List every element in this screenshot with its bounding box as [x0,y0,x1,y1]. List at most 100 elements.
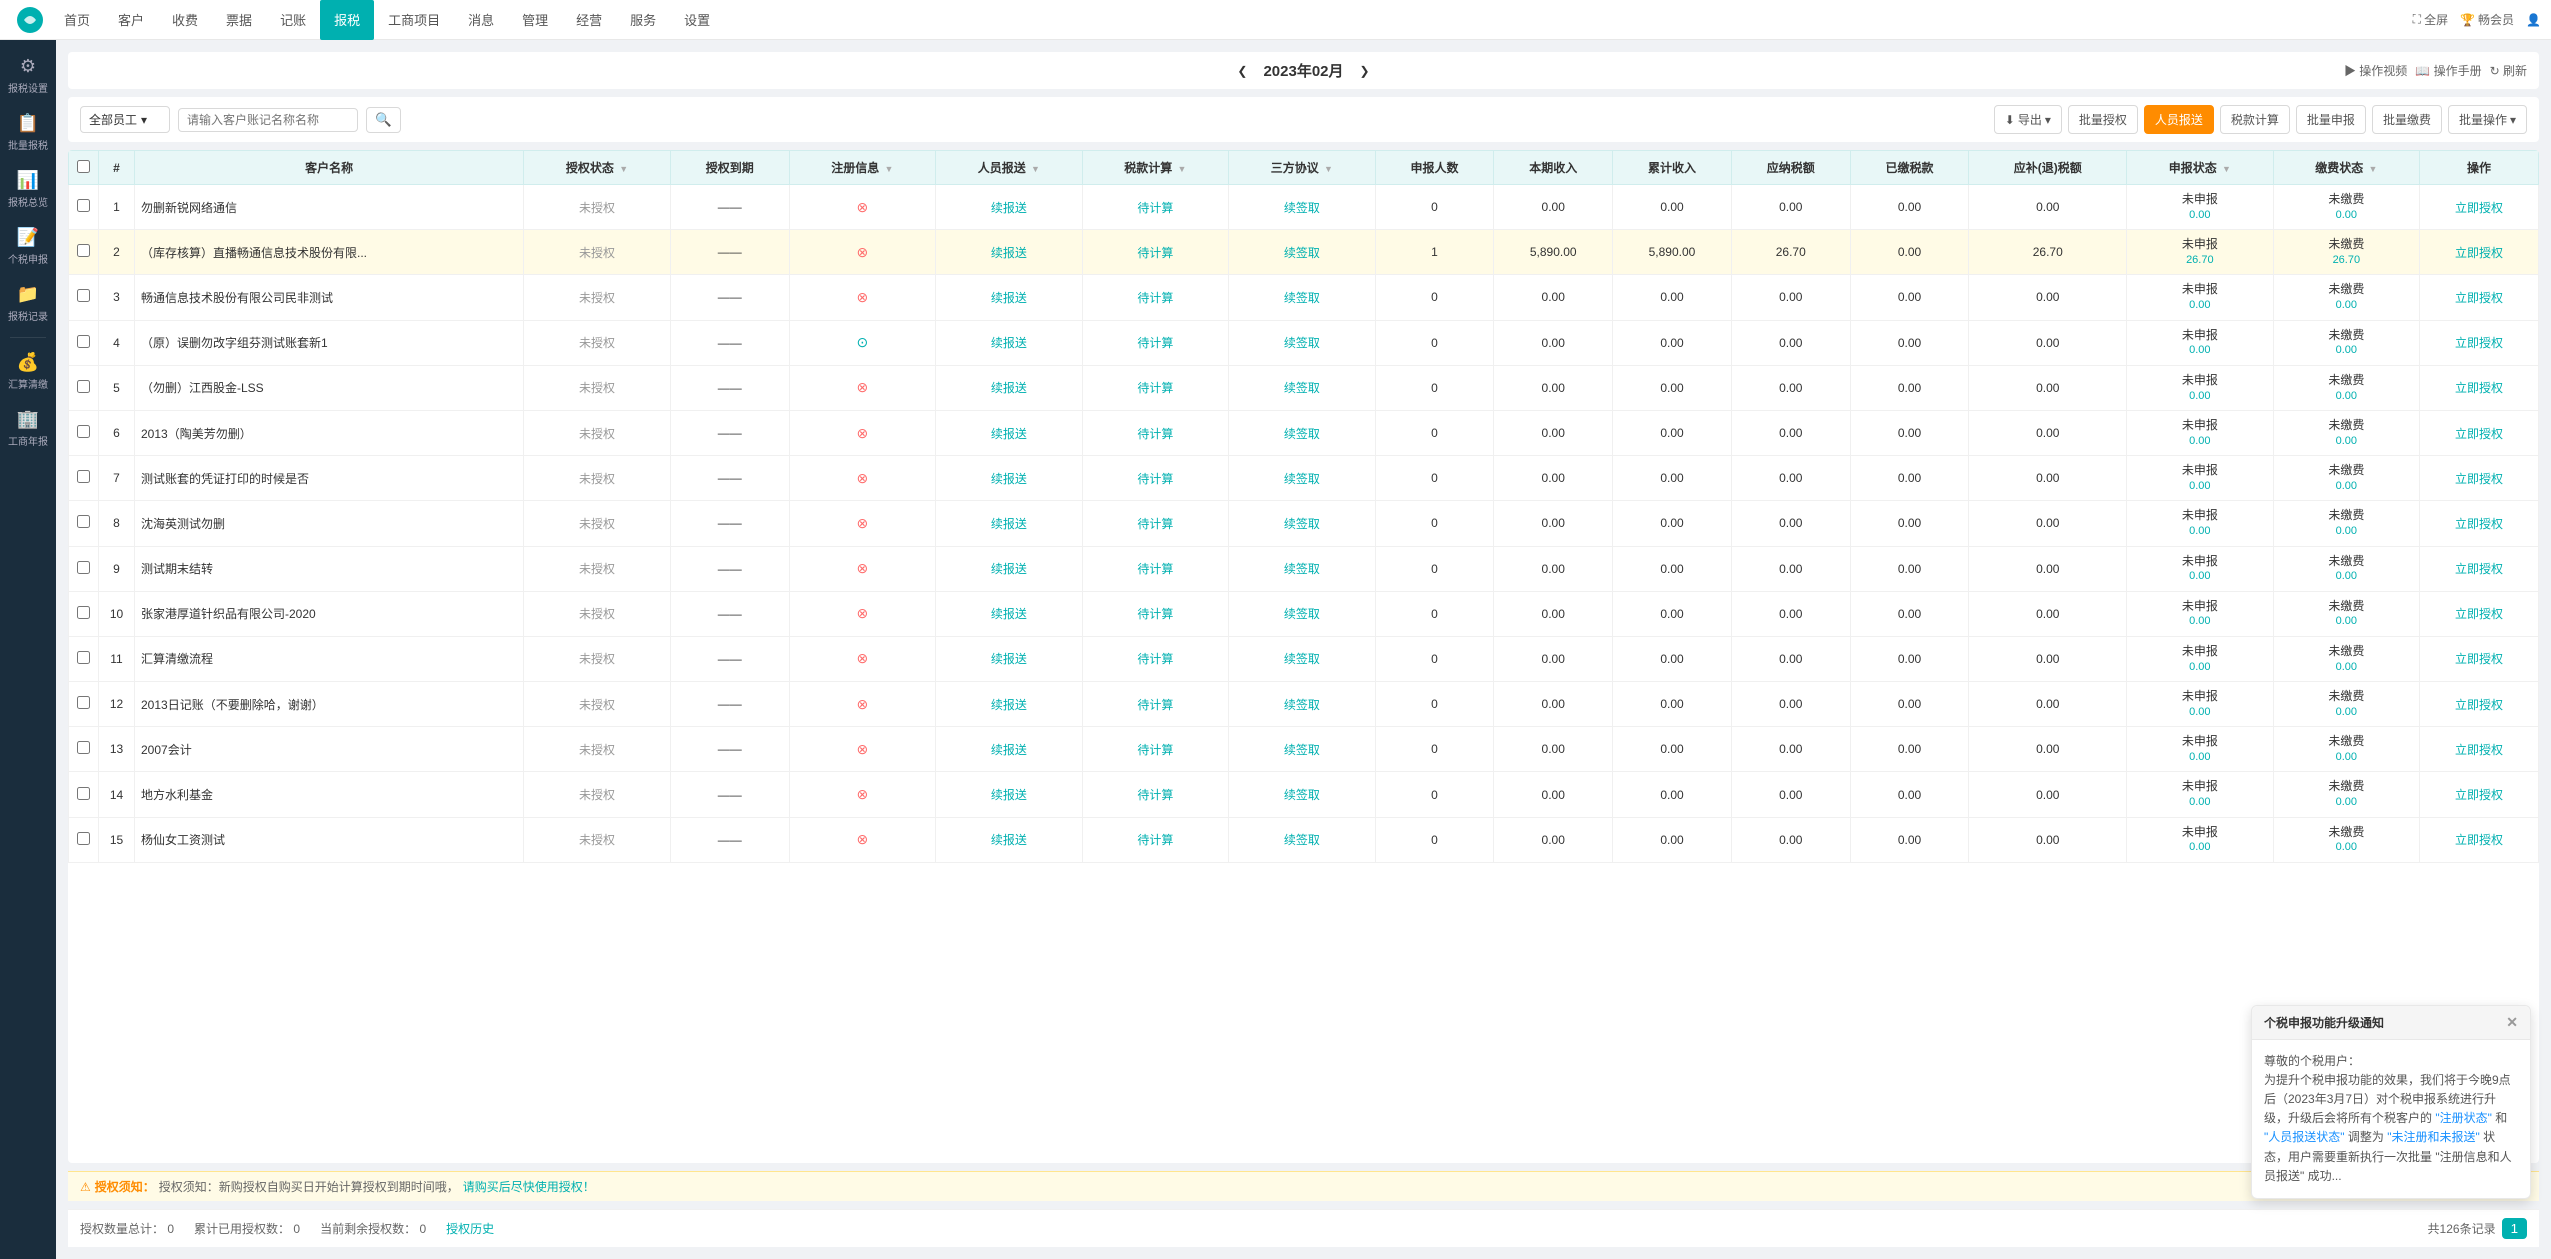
staff-report-link[interactable]: 续报送 [991,291,1027,305]
operation-video-btn[interactable]: ▶ 操作视频 [2344,62,2407,79]
tax-calc-link[interactable]: 待计算 [1137,201,1173,215]
row-checkbox[interactable] [77,606,90,619]
batch-declare-btn[interactable]: 批量申报 [2296,105,2366,134]
nav-client[interactable]: 客户 [104,0,158,40]
nav-fee[interactable]: 收费 [158,0,212,40]
tax-calc-link[interactable]: 待计算 [1137,427,1173,441]
select-all-checkbox[interactable] [77,160,90,173]
batch-ops-btn[interactable]: 批量操作 ▾ [2448,105,2527,134]
nav-home[interactable]: 首页 [50,0,104,40]
row-checkbox[interactable] [77,425,90,438]
nav-service[interactable]: 服务 [616,0,670,40]
staff-report-link[interactable]: 续报送 [991,427,1027,441]
operation-manual-btn[interactable]: 📖 操作手册 [2415,62,2481,79]
sidebar-item-tax-records[interactable]: 📁 报税记录 [3,276,53,331]
search-input[interactable] [178,108,358,132]
nav-bookkeep[interactable]: 记账 [266,0,320,40]
tax-calc-link[interactable]: 待计算 [1137,788,1173,802]
tri-agreement-link[interactable]: 续签取 [1284,698,1320,712]
tax-calc-link[interactable]: 待计算 [1137,562,1173,576]
action-btn[interactable]: 立即授权 [2455,833,2503,847]
action-btn[interactable]: 立即授权 [2455,652,2503,666]
sidebar-item-batch-tax[interactable]: 📋 批量报税 [3,105,53,160]
nav-message[interactable]: 消息 [454,0,508,40]
search-button[interactable]: 🔍 [366,107,401,133]
nav-tax[interactable]: 报税 [320,0,374,40]
vip-btn[interactable]: 🏆 畅会员 [2460,11,2514,28]
staff-report-link[interactable]: 续报送 [991,652,1027,666]
tri-agreement-link[interactable]: 续签取 [1284,336,1320,350]
tri-agreement-link[interactable]: 续签取 [1284,201,1320,215]
tax-calc-link[interactable]: 待计算 [1137,246,1173,260]
export-btn[interactable]: ⬇ 导出 ▾ [1994,105,2062,134]
staff-report-link[interactable]: 续报送 [991,743,1027,757]
notification-close-btn[interactable]: ✕ [2506,1014,2518,1031]
nav-business[interactable]: 工商项目 [374,0,454,40]
action-btn[interactable]: 立即授权 [2455,291,2503,305]
tri-agreement-link[interactable]: 续签取 [1284,562,1320,576]
refresh-btn[interactable]: ↻ 刷新 [2490,62,2527,79]
staff-report-link[interactable]: 续报送 [991,517,1027,531]
row-checkbox[interactable] [77,335,90,348]
tax-calc-link[interactable]: 待计算 [1137,607,1173,621]
batch-pay-btn[interactable]: 批量缴费 [2372,105,2442,134]
staff-report-link[interactable]: 续报送 [991,246,1027,260]
action-btn[interactable]: 立即授权 [2455,201,2503,215]
nav-economy[interactable]: 经营 [562,0,616,40]
action-btn[interactable]: 立即授权 [2455,698,2503,712]
staff-report-link[interactable]: 续报送 [991,336,1027,350]
action-btn[interactable]: 立即授权 [2455,743,2503,757]
action-btn[interactable]: 立即授权 [2455,517,2503,531]
tax-calc-link[interactable]: 待计算 [1137,698,1173,712]
nav-manage[interactable]: 管理 [508,0,562,40]
row-checkbox[interactable] [77,470,90,483]
row-checkbox[interactable] [77,515,90,528]
fullscreen-btn[interactable]: ⛶ 全屏 [2413,11,2448,28]
sidebar-item-tax-overview[interactable]: 📊 报税总览 [3,162,53,217]
action-btn[interactable]: 立即授权 [2455,336,2503,350]
tri-agreement-link[interactable]: 续签取 [1284,246,1320,260]
nav-settings[interactable]: 设置 [670,0,724,40]
staff-report-link[interactable]: 续报送 [991,381,1027,395]
tri-agreement-link[interactable]: 续签取 [1284,607,1320,621]
sidebar-item-annual-report[interactable]: 🏢 工商年报 [3,401,53,456]
action-btn[interactable]: 立即授权 [2455,607,2503,621]
tri-agreement-link[interactable]: 续签取 [1284,381,1320,395]
row-checkbox[interactable] [77,832,90,845]
tax-calc-link[interactable]: 待计算 [1137,743,1173,757]
tax-calc-link[interactable]: 待计算 [1137,652,1173,666]
nav-bill[interactable]: 票据 [212,0,266,40]
tax-calc-link[interactable]: 待计算 [1137,517,1173,531]
tax-calc-link[interactable]: 待计算 [1137,381,1173,395]
staff-report-link[interactable]: 续报送 [991,201,1027,215]
tri-agreement-link[interactable]: 续签取 [1284,517,1320,531]
action-btn[interactable]: 立即授权 [2455,246,2503,260]
staff-report-link[interactable]: 续报送 [991,472,1027,486]
row-checkbox[interactable] [77,741,90,754]
action-btn[interactable]: 立即授权 [2455,427,2503,441]
tax-calc-btn[interactable]: 税款计算 [2220,105,2290,134]
staff-report-link[interactable]: 续报送 [991,562,1027,576]
staff-report-link[interactable]: 续报送 [991,833,1027,847]
action-btn[interactable]: 立即授权 [2455,562,2503,576]
row-checkbox[interactable] [77,244,90,257]
prev-month-btn[interactable]: ❮ [1237,64,1247,78]
tri-agreement-link[interactable]: 续签取 [1284,291,1320,305]
tax-calc-link[interactable]: 待计算 [1137,291,1173,305]
tax-calc-link[interactable]: 待计算 [1137,472,1173,486]
staff-report-link[interactable]: 续报送 [991,788,1027,802]
staff-report-link[interactable]: 续报送 [991,607,1027,621]
action-btn[interactable]: 立即授权 [2455,381,2503,395]
warning-link[interactable]: 请购买后尽快使用授权！ [463,1178,595,1195]
action-btn[interactable]: 立即授权 [2455,472,2503,486]
staff-report-link[interactable]: 续报送 [991,698,1027,712]
staff-report-btn[interactable]: 人员报送 [2144,105,2214,134]
user-avatar[interactable]: 👤 [2526,13,2541,27]
tri-agreement-link[interactable]: 续签取 [1284,427,1320,441]
tri-agreement-link[interactable]: 续签取 [1284,472,1320,486]
sidebar-item-tax-settings[interactable]: ⚙ 报税设置 [3,48,53,103]
row-checkbox[interactable] [77,380,90,393]
row-checkbox[interactable] [77,651,90,664]
tri-agreement-link[interactable]: 续签取 [1284,833,1320,847]
tri-agreement-link[interactable]: 续签取 [1284,788,1320,802]
